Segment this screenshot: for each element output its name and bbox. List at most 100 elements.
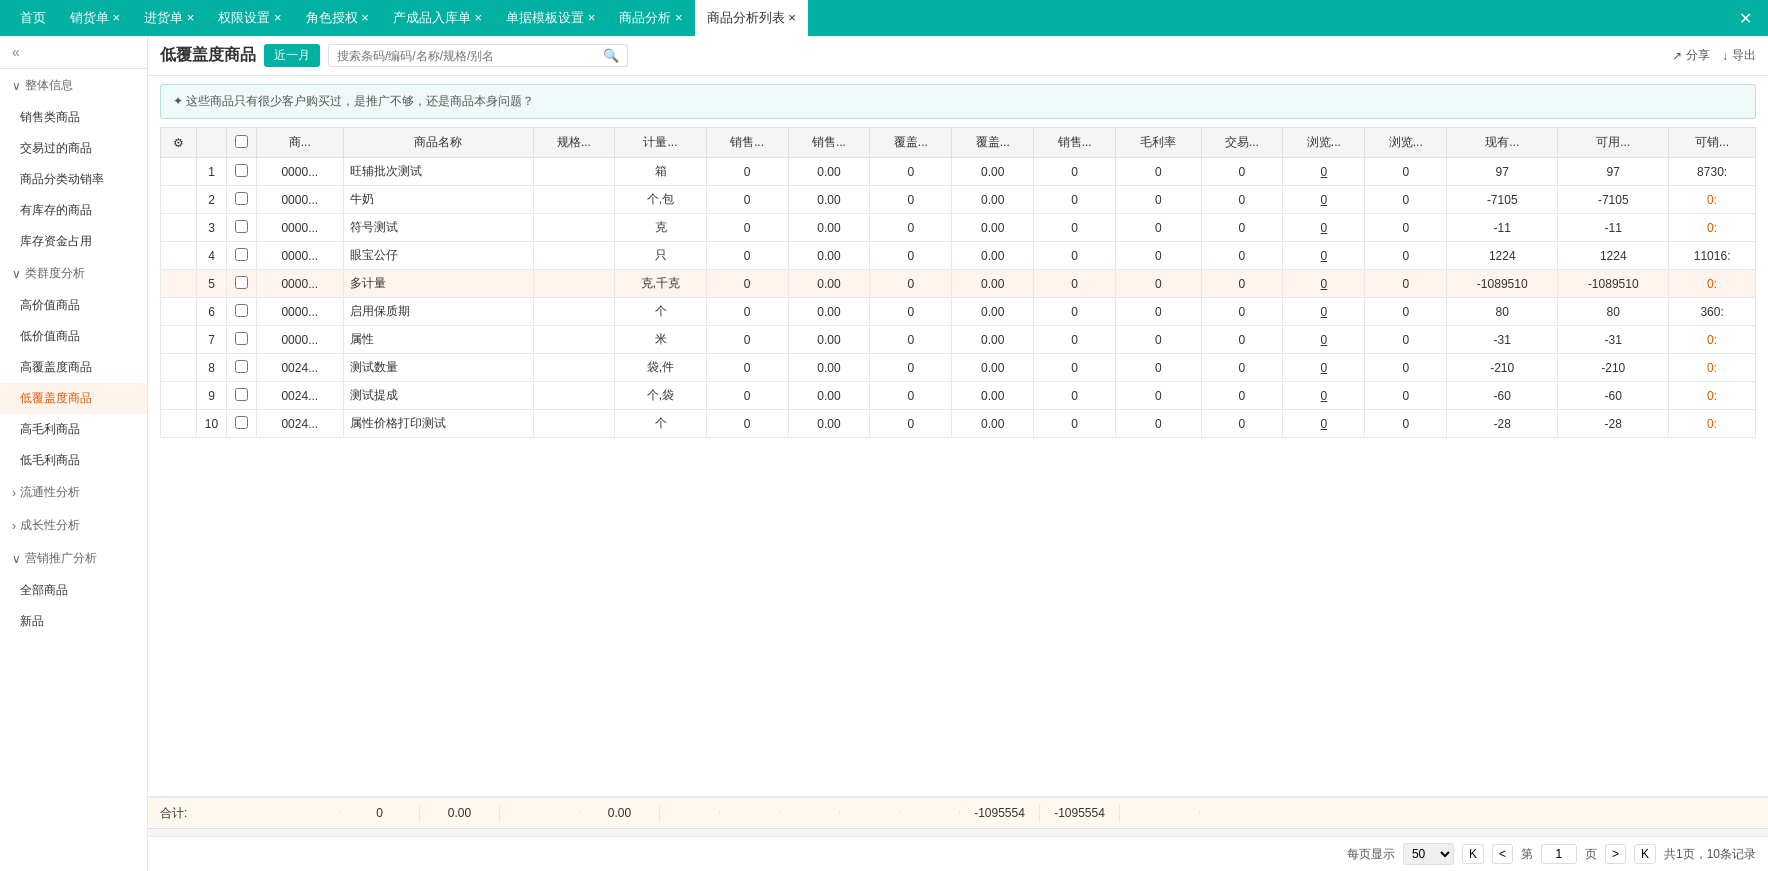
- table-row[interactable]: 8 0024... 测试数量 袋,件 0 0.00 0 0.00 0 0 0 0…: [161, 354, 1756, 382]
- sidebar-collapse-button[interactable]: «: [12, 44, 20, 60]
- table-row[interactable]: 6 0000... 启用保质期 个 0 0.00 0 0.00 0 0 0 0 …: [161, 298, 1756, 326]
- sidebar-item-low-value[interactable]: 低价值商品: [0, 321, 147, 352]
- share-button[interactable]: ↗ 分享: [1672, 47, 1710, 64]
- th-browse2[interactable]: 浏览...: [1365, 128, 1447, 158]
- horizontal-scrollbar[interactable]: [148, 828, 1768, 836]
- td-browse1[interactable]: 0: [1283, 186, 1365, 214]
- th-trade[interactable]: 交易...: [1201, 128, 1283, 158]
- row-checkbox[interactable]: [235, 220, 248, 233]
- nav-product-analysis[interactable]: 商品分析 ×: [607, 0, 694, 36]
- table-row[interactable]: 1 0000... 旺辅批次测试 箱 0 0.00 0 0.00 0 0 0 0…: [161, 158, 1756, 186]
- th-sellable[interactable]: 可销...: [1669, 128, 1756, 158]
- th-sales3[interactable]: 销售...: [1034, 128, 1116, 158]
- table-row[interactable]: 5 0000... 多计量 克,千克 0 0.00 0 0.00 0 0 0 0…: [161, 270, 1756, 298]
- sidebar-section-marketing[interactable]: ∨ 营销推广分析: [0, 542, 147, 575]
- td-checkbox[interactable]: [227, 186, 257, 214]
- td-checkbox[interactable]: [227, 158, 257, 186]
- td-checkbox[interactable]: [227, 214, 257, 242]
- sidebar-item-all-goods[interactable]: 全部商品: [0, 575, 147, 606]
- last-page-button[interactable]: K: [1634, 844, 1656, 864]
- page-size-select[interactable]: 50 100 200: [1403, 843, 1454, 865]
- td-browse1[interactable]: 0: [1283, 354, 1365, 382]
- td-checkbox[interactable]: [227, 354, 257, 382]
- table-row[interactable]: 2 0000... 牛奶 个,包 0 0.00 0 0.00 0 0 0 0 0…: [161, 186, 1756, 214]
- table-row[interactable]: 10 0024... 属性价格打印测试 个 0 0.00 0 0.00 0 0 …: [161, 410, 1756, 438]
- td-checkbox[interactable]: [227, 382, 257, 410]
- data-table-container[interactable]: ⚙ 商... 商品名称 规格... 计量... 销售... 销售... 覆盖..…: [160, 127, 1756, 796]
- th-browse1[interactable]: 浏览...: [1283, 128, 1365, 158]
- sidebar-item-traded-goods[interactable]: 交易过的商品: [0, 133, 147, 164]
- table-row[interactable]: 3 0000... 符号测试 克 0 0.00 0 0.00 0 0 0 0 0…: [161, 214, 1756, 242]
- nav-home[interactable]: 首页: [8, 0, 58, 36]
- td-browse1[interactable]: 0: [1283, 270, 1365, 298]
- select-all-checkbox[interactable]: [235, 135, 248, 148]
- export-button[interactable]: ↓ 导出: [1722, 47, 1756, 64]
- nav-product-analysis-list[interactable]: 商品分析列表 ×: [695, 0, 808, 36]
- sidebar-item-low-margin[interactable]: 低毛利商品: [0, 445, 147, 476]
- sidebar-item-high-value[interactable]: 高价值商品: [0, 290, 147, 321]
- first-page-button[interactable]: K: [1462, 844, 1484, 864]
- next-page-button[interactable]: >: [1605, 844, 1626, 864]
- th-margin[interactable]: 毛利率: [1116, 128, 1201, 158]
- th-avail[interactable]: 可用...: [1558, 128, 1669, 158]
- row-checkbox[interactable]: [235, 248, 248, 261]
- sidebar-section-circulation[interactable]: › 流通性分析: [0, 476, 147, 509]
- search-icon[interactable]: 🔍: [603, 48, 619, 63]
- row-checkbox[interactable]: [235, 164, 248, 177]
- sidebar-section-overview[interactable]: ∨ 整体信息: [0, 69, 147, 102]
- nav-template-settings[interactable]: 单据模板设置 ×: [494, 0, 607, 36]
- th-checkbox[interactable]: [227, 128, 257, 158]
- th-unit[interactable]: 计量...: [615, 128, 706, 158]
- td-checkbox[interactable]: [227, 326, 257, 354]
- nav-finished-goods[interactable]: 产成品入库单 ×: [381, 0, 494, 36]
- th-cov2[interactable]: 覆盖...: [952, 128, 1034, 158]
- row-checkbox[interactable]: [235, 388, 248, 401]
- sidebar-item-new-goods[interactable]: 新品: [0, 606, 147, 637]
- time-filter-button[interactable]: 近一月: [264, 44, 320, 67]
- th-spec[interactable]: 规格...: [533, 128, 615, 158]
- sidebar-item-high-coverage[interactable]: 高覆盖度商品: [0, 352, 147, 383]
- td-checkbox[interactable]: [227, 298, 257, 326]
- current-page-input[interactable]: [1541, 844, 1577, 864]
- row-checkbox[interactable]: [235, 332, 248, 345]
- table-row[interactable]: 9 0024... 测试提成 个,袋 0 0.00 0 0.00 0 0 0 0…: [161, 382, 1756, 410]
- sidebar-item-low-coverage[interactable]: 低覆盖度商品: [0, 383, 147, 414]
- td-checkbox[interactable]: [227, 270, 257, 298]
- table-row[interactable]: 7 0000... 属性 米 0 0.00 0 0.00 0 0 0 0 0 -…: [161, 326, 1756, 354]
- window-close-button[interactable]: ✕: [1731, 9, 1760, 28]
- sidebar-item-sales-goods[interactable]: 销售类商品: [0, 102, 147, 133]
- th-code[interactable]: 商...: [257, 128, 344, 158]
- td-browse1[interactable]: 0: [1283, 214, 1365, 242]
- sidebar-item-category-rate[interactable]: 商品分类动销率: [0, 164, 147, 195]
- nav-permissions[interactable]: 权限设置 ×: [206, 0, 293, 36]
- sidebar-item-stocked-goods[interactable]: 有库存的商品: [0, 195, 147, 226]
- th-cov1[interactable]: 覆盖...: [870, 128, 952, 158]
- td-browse1[interactable]: 0: [1283, 298, 1365, 326]
- td-browse1[interactable]: 0: [1283, 158, 1365, 186]
- sidebar-item-stock-capital[interactable]: 库存资金占用: [0, 226, 147, 257]
- row-checkbox[interactable]: [235, 360, 248, 373]
- td-checkbox[interactable]: [227, 242, 257, 270]
- search-input[interactable]: [337, 49, 599, 63]
- table-row[interactable]: 4 0000... 眼宝公仔 只 0 0.00 0 0.00 0 0 0 0 0…: [161, 242, 1756, 270]
- th-name[interactable]: 商品名称: [343, 128, 533, 158]
- row-checkbox[interactable]: [235, 192, 248, 205]
- row-checkbox[interactable]: [235, 276, 248, 289]
- nav-roles[interactable]: 角色授权 ×: [294, 0, 381, 36]
- td-browse1[interactable]: 0: [1283, 410, 1365, 438]
- row-checkbox[interactable]: [235, 304, 248, 317]
- sidebar-section-cluster[interactable]: ∨ 类群度分析: [0, 257, 147, 290]
- prev-page-button[interactable]: <: [1492, 844, 1513, 864]
- th-stock[interactable]: 现有...: [1447, 128, 1558, 158]
- sidebar-item-high-margin[interactable]: 高毛利商品: [0, 414, 147, 445]
- td-checkbox[interactable]: [227, 410, 257, 438]
- th-settings[interactable]: ⚙: [161, 128, 197, 158]
- sidebar-section-growth[interactable]: › 成长性分析: [0, 509, 147, 542]
- row-checkbox[interactable]: [235, 416, 248, 429]
- td-browse1[interactable]: 0: [1283, 326, 1365, 354]
- th-sales-qty[interactable]: 销售...: [706, 128, 788, 158]
- nav-purchase[interactable]: 进货单 ×: [132, 0, 206, 36]
- td-browse1[interactable]: 0: [1283, 242, 1365, 270]
- th-sales-amt[interactable]: 销售...: [788, 128, 870, 158]
- td-browse1[interactable]: 0: [1283, 382, 1365, 410]
